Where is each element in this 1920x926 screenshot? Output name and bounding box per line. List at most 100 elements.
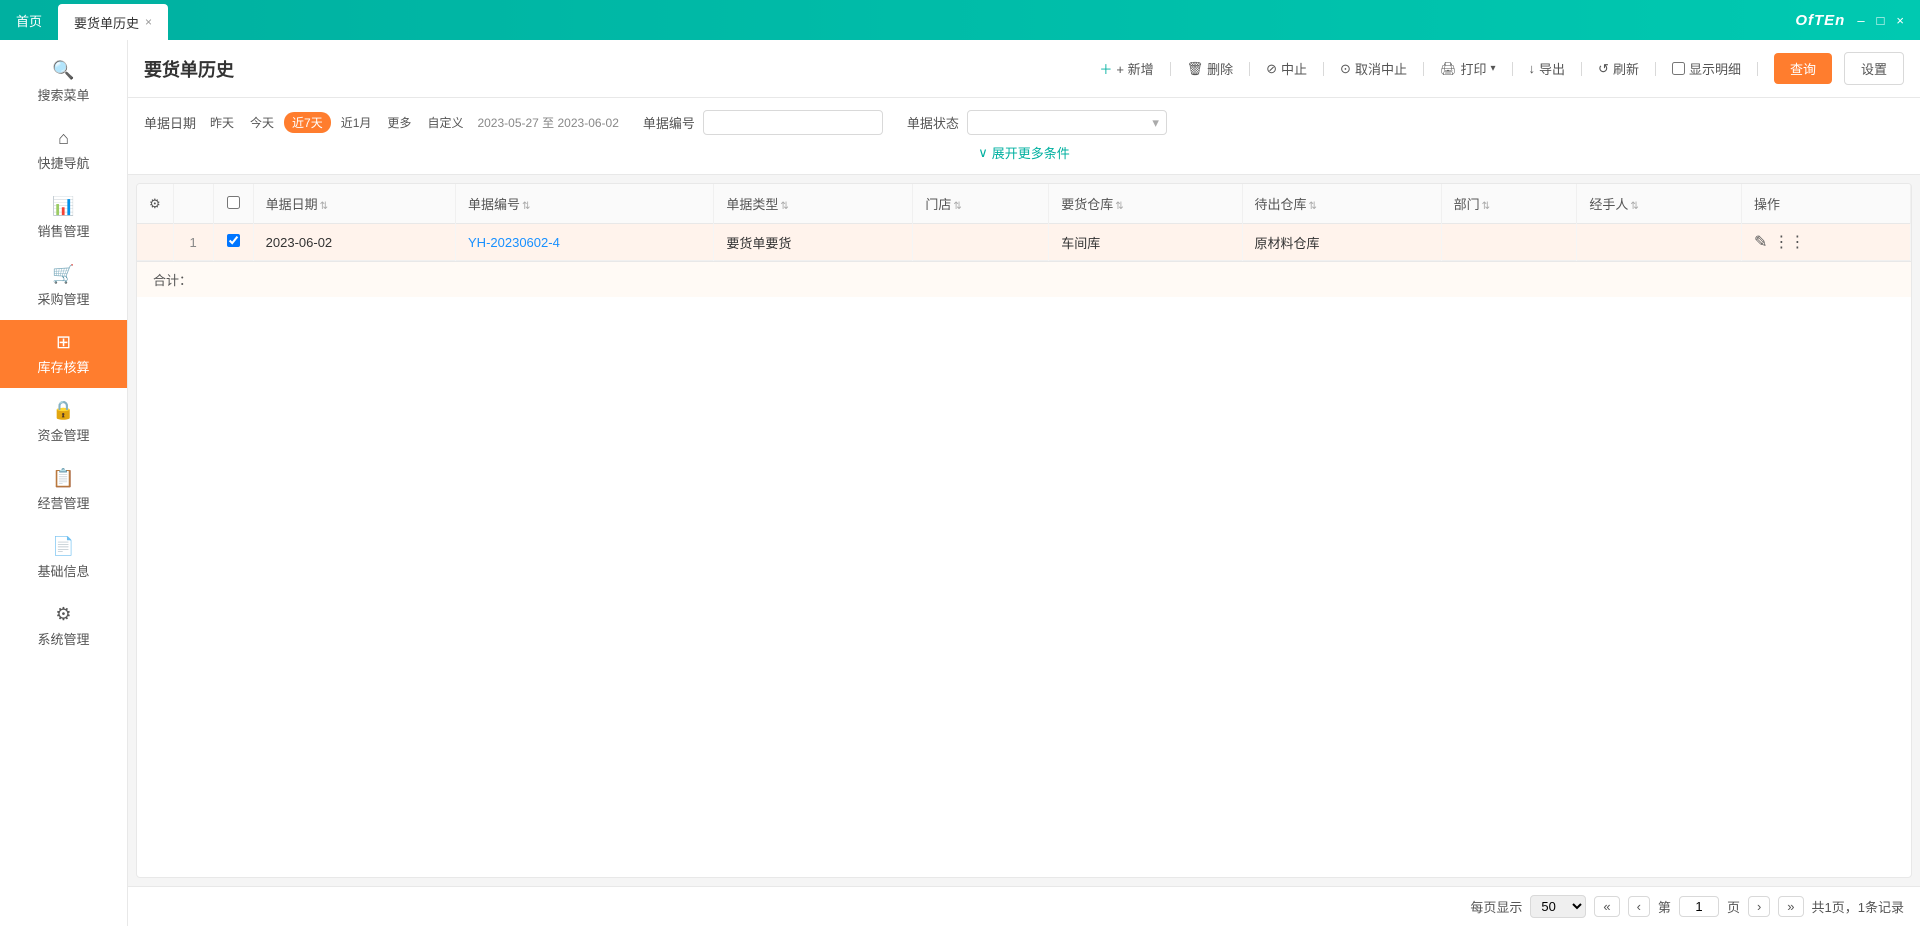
basic-info-icon: 📄 [52, 536, 74, 557]
th-check[interactable] [213, 184, 253, 224]
order-no-label: 单据编号 [643, 113, 695, 132]
cancel-pause-label: 取消中止 [1355, 59, 1407, 78]
more-row-icon[interactable]: ⋮⋮ [1773, 232, 1805, 252]
table-header-row: ⚙ 单据日期⇅ 单据编号⇅ 单据类型⇅ 门店⇅ 要货仓库⇅ 待出仓库⇅ 部门⇅ … [137, 184, 1911, 224]
sidebar-item-label: 系统管理 [37, 629, 89, 648]
sidebar-item-sys-mgmt[interactable]: ⚙ 系统管理 [0, 592, 127, 660]
sidebar-item-label: 资金管理 [37, 425, 89, 444]
date-opt-custom[interactable]: 自定义 [421, 112, 469, 133]
new-label: + 新增 [1116, 59, 1153, 78]
date-opt-today[interactable]: 今天 [244, 112, 280, 133]
td-order-type: 要货单要货 [714, 224, 913, 261]
td-check[interactable] [213, 224, 253, 261]
cancel-pause-button[interactable]: ⊙ 取消中止 [1340, 59, 1407, 78]
pause-button[interactable]: ⊘ 中止 [1266, 59, 1307, 78]
td-order-no[interactable]: YH-20230602-4 [456, 224, 714, 261]
last-page-button[interactable]: » [1778, 896, 1803, 917]
status-select[interactable] [967, 110, 1167, 135]
select-all-checkbox[interactable] [227, 196, 240, 209]
expand-label: 展开更多条件 [992, 143, 1070, 162]
window-maximize[interactable]: □ [1877, 13, 1885, 28]
td-handler [1577, 224, 1742, 261]
refresh-button[interactable]: ↺ 刷新 [1598, 59, 1639, 78]
sidebar-item-basic-info[interactable]: 📄 基础信息 [0, 524, 127, 592]
header-actions: ＋ + 新增 🗑 删除 ⊘ 中止 ⊙ 取消中止 [1099, 52, 1904, 85]
date-opt-more[interactable]: 更多 [381, 112, 417, 133]
per-page-select[interactable]: 10 20 50 100 [1530, 895, 1586, 918]
settings-button[interactable]: 设置 [1844, 52, 1904, 85]
export-button[interactable]: ↓ 导出 [1529, 59, 1566, 78]
td-num: 1 [173, 224, 213, 261]
sidebar-item-purchase-mgmt[interactable]: 🛒 采购管理 [0, 252, 127, 320]
window-close[interactable]: × [1896, 13, 1904, 28]
quick-nav-icon: ⌂ [58, 128, 69, 149]
page-input[interactable] [1679, 896, 1719, 917]
brand-label: OfTEn [1795, 12, 1845, 29]
th-store[interactable]: 门店⇅ [913, 184, 1049, 224]
sidebar-item-label: 快捷导航 [37, 153, 89, 172]
print-icon: 🖨 [1440, 61, 1457, 77]
display-detail-checkbox[interactable] [1672, 62, 1685, 75]
td-store [913, 224, 1049, 261]
status-filter-group: 单据状态 [907, 110, 1167, 135]
top-bar-right: OfTEn – □ × [1795, 12, 1920, 29]
date-opt-1month[interactable]: 近1月 [335, 112, 378, 133]
th-handler[interactable]: 经手人⇅ [1577, 184, 1742, 224]
new-button[interactable]: ＋ + 新增 [1099, 59, 1153, 78]
row-actions: ✎ ⋮⋮ [1754, 232, 1898, 252]
sidebar-item-sales-mgmt[interactable]: 📊 销售管理 [0, 184, 127, 252]
date-range-display: 2023-05-27 至 2023-06-02 [477, 114, 618, 131]
first-page-button[interactable]: « [1594, 896, 1619, 917]
tab-home[interactable]: 首页 [0, 0, 58, 40]
th-pending-warehouse[interactable]: 待出仓库⇅ [1242, 184, 1441, 224]
total-info: 共1页，1条记录 [1812, 897, 1904, 916]
sidebar-item-search-menu[interactable]: 🔍 搜索菜单 [0, 48, 127, 116]
date-opt-7days[interactable]: 近7天 [284, 112, 331, 133]
edit-row-icon[interactable]: ✎ [1754, 232, 1767, 252]
order-no-filter-group: 单据编号 [643, 110, 883, 135]
sidebar-item-finance-mgmt[interactable]: 🔒 资金管理 [0, 388, 127, 456]
th-req-warehouse[interactable]: 要货仓库⇅ [1049, 184, 1242, 224]
sidebar-item-ops-mgmt[interactable]: 📋 经营管理 [0, 456, 127, 524]
prev-page-button[interactable]: ‹ [1628, 896, 1650, 917]
th-date[interactable]: 单据日期⇅ [253, 184, 455, 224]
th-settings[interactable]: ⚙ [137, 184, 173, 224]
delete-icon: 🗑 [1187, 61, 1204, 77]
th-num [173, 184, 213, 224]
tab-active[interactable]: 要货单历史 × [58, 4, 168, 40]
th-order-type[interactable]: 单据类型⇅ [714, 184, 913, 224]
sidebar-item-inventory[interactable]: ⊞ 库存核算 [0, 320, 127, 388]
row-checkbox[interactable] [227, 234, 240, 247]
td-date: 2023-06-02 [253, 224, 455, 261]
date-opt-yesterday[interactable]: 昨天 [204, 112, 240, 133]
status-label: 单据状态 [907, 113, 959, 132]
content: 要货单历史 ＋ + 新增 🗑 删除 ⊘ 中止 ⊙ [128, 40, 1920, 926]
table-area: ⚙ 单据日期⇅ 单据编号⇅ 单据类型⇅ 门店⇅ 要货仓库⇅ 待出仓库⇅ 部门⇅ … [136, 183, 1912, 878]
top-bar: 首页 要货单历史 × OfTEn – □ × [0, 0, 1920, 40]
expand-more-button[interactable]: ∨ 展开更多条件 [144, 143, 1904, 162]
table-summary-footer: 合计： [137, 261, 1911, 297]
next-page-button[interactable]: › [1748, 896, 1770, 917]
order-no-input[interactable] [703, 110, 883, 135]
td-req-warehouse: 车间库 [1049, 224, 1242, 261]
page-title: 要货单历史 [144, 56, 1099, 82]
query-button[interactable]: 查询 [1774, 53, 1832, 84]
td-dept [1441, 224, 1577, 261]
sidebar-item-label: 搜索菜单 [37, 85, 89, 104]
filter-area: 单据日期 昨天 今天 近7天 近1月 更多 自定义 2023-05-27 至 2… [128, 98, 1920, 175]
sidebar-item-quick-nav[interactable]: ⌂ 快捷导航 [0, 116, 127, 184]
page-end-label: 页 [1727, 897, 1740, 916]
close-tab-icon[interactable]: × [145, 15, 152, 29]
sidebar-item-label: 基础信息 [37, 561, 89, 580]
window-minimize[interactable]: – [1857, 13, 1864, 28]
print-chevron-icon: ▾ [1490, 63, 1495, 74]
delete-button[interactable]: 🗑 删除 [1187, 59, 1234, 78]
status-select-wrap [967, 110, 1167, 135]
sidebar: 🔍 搜索菜单 ⌂ 快捷导航 📊 销售管理 🛒 采购管理 ⊞ 库存核算 🔒 资金管… [0, 40, 128, 926]
sales-icon: 📊 [52, 196, 74, 217]
print-button[interactable]: 🖨 打印 ▾ [1440, 59, 1496, 78]
finance-icon: 🔒 [52, 400, 74, 421]
th-dept[interactable]: 部门⇅ [1441, 184, 1577, 224]
date-options: 昨天 今天 近7天 近1月 更多 自定义 [204, 112, 469, 133]
th-order-no[interactable]: 单据编号⇅ [456, 184, 714, 224]
